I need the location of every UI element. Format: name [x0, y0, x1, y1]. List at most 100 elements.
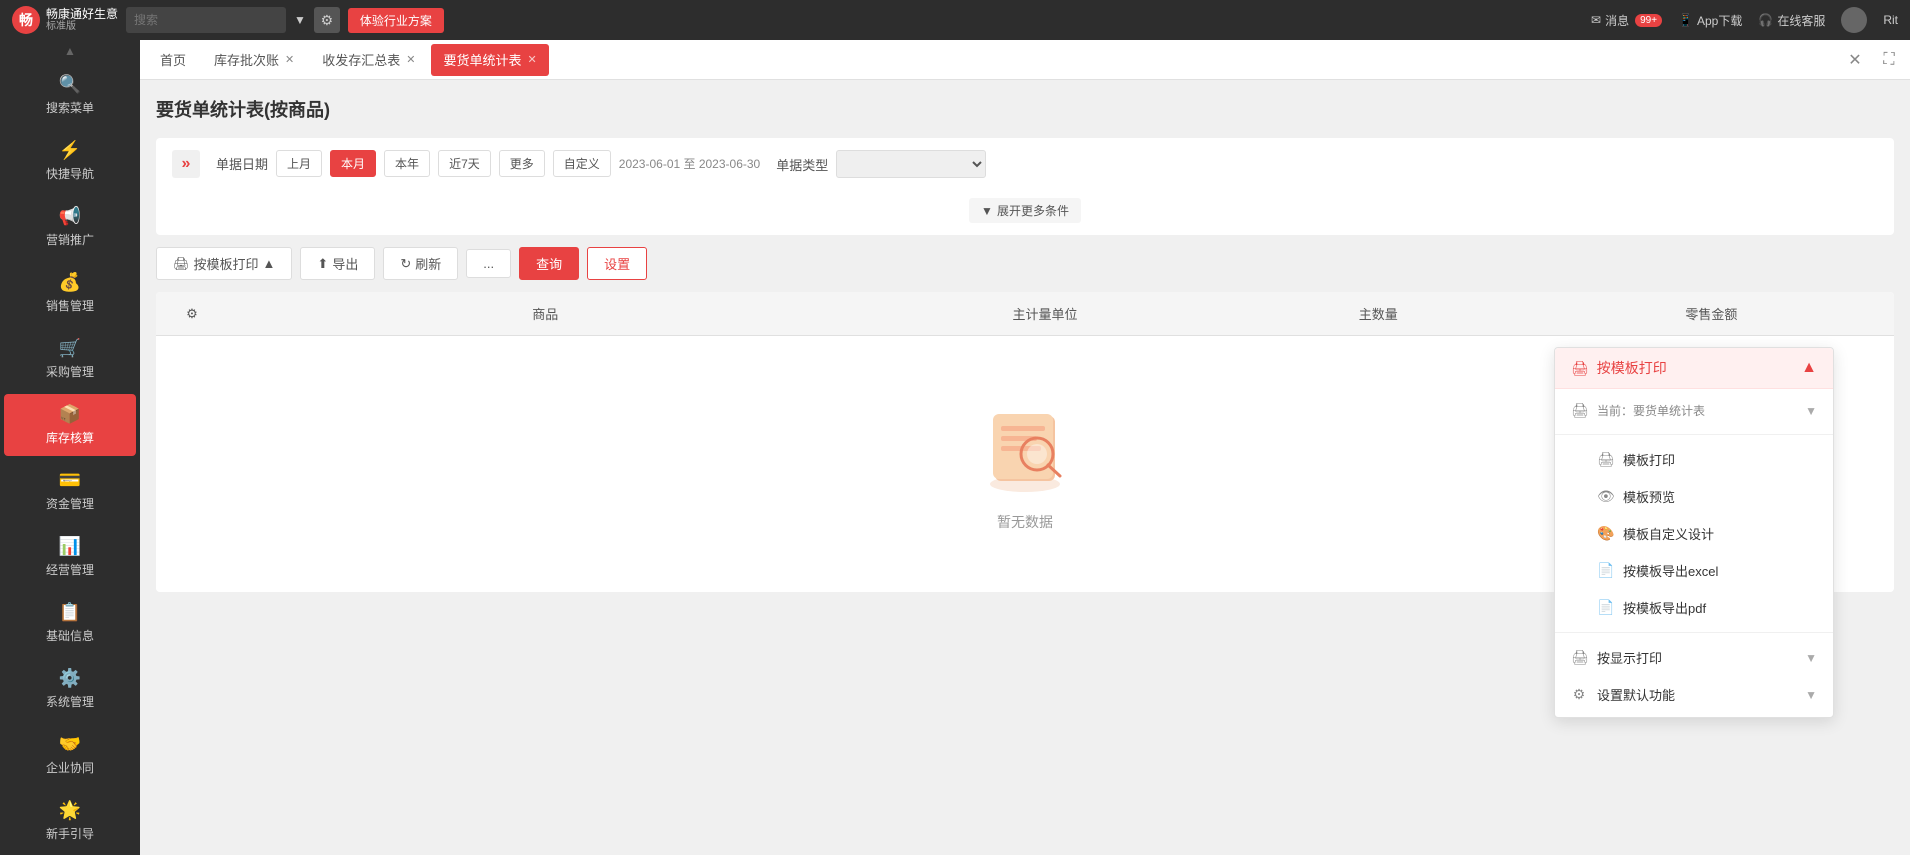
set-default-label: 设置默认功能 [1597, 685, 1675, 704]
headset-icon: 🎧 [1758, 13, 1773, 27]
table-header: ⚙ 商品 主计量单位 主数量 零售金额 [156, 292, 1894, 336]
doc-type-select[interactable] [836, 150, 986, 178]
tab-requisition-stats[interactable]: 要货单统计表 ✕ [431, 44, 548, 76]
dropdown-item-template-print[interactable]: 🖨 模板打印 [1555, 441, 1833, 478]
sidebar-item-system[interactable]: ⚙️ 系统管理 [4, 658, 136, 720]
dropdown-close-btn[interactable]: ▲ [1801, 359, 1817, 377]
main-layout: ▲ 🔍 搜索菜单 ⚡ 快捷导航 📢 营销推广 💰 销售管理 🛒 采购管理 📦 库… [0, 40, 1910, 855]
message-icon: ✉ [1591, 13, 1601, 27]
marketing-icon: 📢 [59, 206, 81, 227]
tab-expand-btn[interactable]: ⛶ [1876, 47, 1902, 73]
action-bar: 🖨 按模板打印 ▲ ⬆ 导出 ↻ 刷新 ... 查询 [156, 247, 1894, 280]
more-btn[interactable]: ... [466, 249, 511, 278]
sidebar-item-sales[interactable]: 💰 销售管理 [4, 262, 136, 324]
tab-home-label: 首页 [160, 50, 186, 69]
query-btn[interactable]: 查询 [519, 247, 579, 280]
display-print-arrow: ▼ [1805, 651, 1817, 665]
date-btn-current-month[interactable]: 本月 [330, 150, 376, 177]
avatar[interactable] [1841, 7, 1867, 33]
sidebar-item-operations[interactable]: 📊 经营管理 [4, 526, 136, 588]
date-btn-current-year[interactable]: 本年 [384, 150, 430, 177]
template-print-label: 模板打印 [1623, 450, 1675, 469]
date-btn-last7days[interactable]: 近7天 [438, 150, 491, 177]
sidebar-label-operations: 经营管理 [46, 561, 94, 578]
tab-requisition-stats-close[interactable]: ✕ [528, 53, 537, 66]
app-logo: 畅 畅康通好生意 标准版 [12, 6, 118, 34]
date-btn-prev-month[interactable]: 上月 [276, 150, 322, 177]
page-title: 要货单统计表(按商品) [156, 96, 1894, 122]
sidebar: ▲ 🔍 搜索菜单 ⚡ 快捷导航 📢 营销推广 💰 销售管理 🛒 采购管理 📦 库… [0, 40, 140, 855]
tab-inventory-batch-close[interactable]: ✕ [285, 53, 294, 66]
system-icon: ⚙️ [59, 668, 81, 689]
empty-icon [965, 396, 1085, 496]
template-design-icon: 🎨 [1597, 525, 1613, 542]
export-btn[interactable]: ⬆ 导出 [300, 247, 375, 280]
sidebar-label-marketing: 营销推广 [46, 231, 94, 248]
export-pdf-icon: 📄 [1597, 599, 1613, 616]
dropdown-item-set-default[interactable]: ⚙ 设置默认功能 ▼ [1555, 676, 1833, 713]
dropdown-item-export-excel[interactable]: 📄 按模板导出excel [1555, 552, 1833, 589]
sidebar-item-search-menu[interactable]: 🔍 搜索菜单 [4, 64, 136, 126]
search-dropdown-btn[interactable]: ▼ [294, 13, 306, 27]
app-download-btn[interactable]: 📱 App下载 [1678, 12, 1742, 29]
settings-icon[interactable]: ⚙ [314, 7, 340, 33]
dropdown-print-icon: 🖨 [1571, 360, 1589, 377]
sidebar-item-quick-nav[interactable]: ⚡ 快捷导航 [4, 130, 136, 192]
app-name: 畅康通好生意 [46, 7, 118, 21]
th-settings[interactable]: ⚙ [172, 306, 212, 322]
dropdown-item-template-preview[interactable]: 👁 模板预览 [1555, 478, 1833, 515]
settings-btn[interactable]: 设置 [587, 247, 647, 280]
expand-more-btn[interactable]: ▼ 展开更多条件 [969, 198, 1081, 223]
dropdown-item-template-design[interactable]: 🎨 模板自定义设计 [1555, 515, 1833, 552]
dropdown-item-export-pdf[interactable]: 📄 按模板导出pdf [1555, 589, 1833, 626]
export-btn-label: 导出 [332, 254, 358, 273]
dropdown-item-display-print[interactable]: 🖨 按显示打印 ▼ [1555, 639, 1833, 676]
export-excel-icon: 📄 [1597, 562, 1613, 579]
refresh-btn[interactable]: ↻ 刷新 [383, 247, 458, 280]
tab-receipt-summary-label: 收发存汇总表 [322, 50, 400, 69]
sidebar-item-purchase[interactable]: 🛒 采购管理 [4, 328, 136, 390]
dropdown-title-label: 按模板打印 [1597, 358, 1667, 378]
tab-receipt-summary[interactable]: 收发存汇总表 ✕ [310, 44, 427, 76]
sidebar-item-guide[interactable]: 🌟 新手引导 [4, 790, 136, 852]
tab-bar-right: ✕ ⛶ [1842, 47, 1902, 73]
filter-expand-btn[interactable]: » [172, 150, 200, 178]
dropdown-items-section: 🖨 模板打印 👁 模板预览 🎨 [1555, 437, 1833, 630]
message-btn[interactable]: ✉ 消息 99+ [1591, 12, 1662, 29]
current-label: 当前：要货单统计表 [1597, 402, 1705, 419]
content-area: 首页 库存批次账 ✕ 收发存汇总表 ✕ 要货单统计表 ✕ ✕ ⛶ 要货单统计表(… [140, 40, 1910, 855]
sidebar-label-quick-nav: 快捷导航 [46, 165, 94, 182]
tab-requisition-stats-label: 要货单统计表 [443, 50, 521, 69]
date-filter-label: 单据日期 [216, 154, 268, 173]
logo-icon: 畅 [12, 6, 40, 34]
online-service-label: 在线客服 [1777, 12, 1825, 29]
operations-icon: 📊 [59, 536, 81, 557]
search-menu-icon: 🔍 [59, 74, 81, 95]
app-download-icon: 📱 [1678, 13, 1693, 27]
date-btn-custom[interactable]: 自定义 [553, 150, 611, 177]
table-settings-icon[interactable]: ⚙ [186, 306, 198, 321]
sidebar-item-enterprise[interactable]: 🤝 企业协同 [4, 724, 136, 786]
sidebar-item-basic[interactable]: 📋 基础信息 [4, 592, 136, 654]
search-input[interactable] [126, 7, 286, 33]
sidebar-item-inventory[interactable]: 📦 库存核算 [4, 394, 136, 456]
trial-btn[interactable]: 体验行业方案 [348, 8, 444, 33]
tab-receipt-summary-close[interactable]: ✕ [406, 53, 415, 66]
inventory-icon: 📦 [59, 404, 81, 425]
sidebar-item-marketing[interactable]: 📢 营销推广 [4, 196, 136, 258]
query-btn-label: 查询 [536, 254, 562, 273]
tab-inventory-batch[interactable]: 库存批次账 ✕ [202, 44, 306, 76]
template-print-icon: 🖨 [1597, 451, 1613, 468]
dropdown-current-item[interactable]: 🖨 当前：要货单统计表 ▼ [1555, 393, 1833, 428]
print-btn[interactable]: 🖨 按模板打印 ▲ [156, 247, 292, 280]
doc-type-filter-group: 单据类型 [776, 150, 986, 178]
tab-home[interactable]: 首页 [148, 44, 198, 76]
print-btn-label: 按模板打印 [194, 254, 259, 273]
message-label: 消息 [1605, 12, 1629, 29]
sidebar-scroll-up[interactable]: ▲ [0, 40, 140, 62]
online-service-btn[interactable]: 🎧 在线客服 [1758, 12, 1825, 29]
tab-close-all-btn[interactable]: ✕ [1842, 47, 1868, 73]
dropdown-header: 🖨 按模板打印 ▲ [1555, 348, 1833, 389]
sidebar-item-finance[interactable]: 💳 资金管理 [4, 460, 136, 522]
date-btn-more[interactable]: 更多 [499, 150, 545, 177]
